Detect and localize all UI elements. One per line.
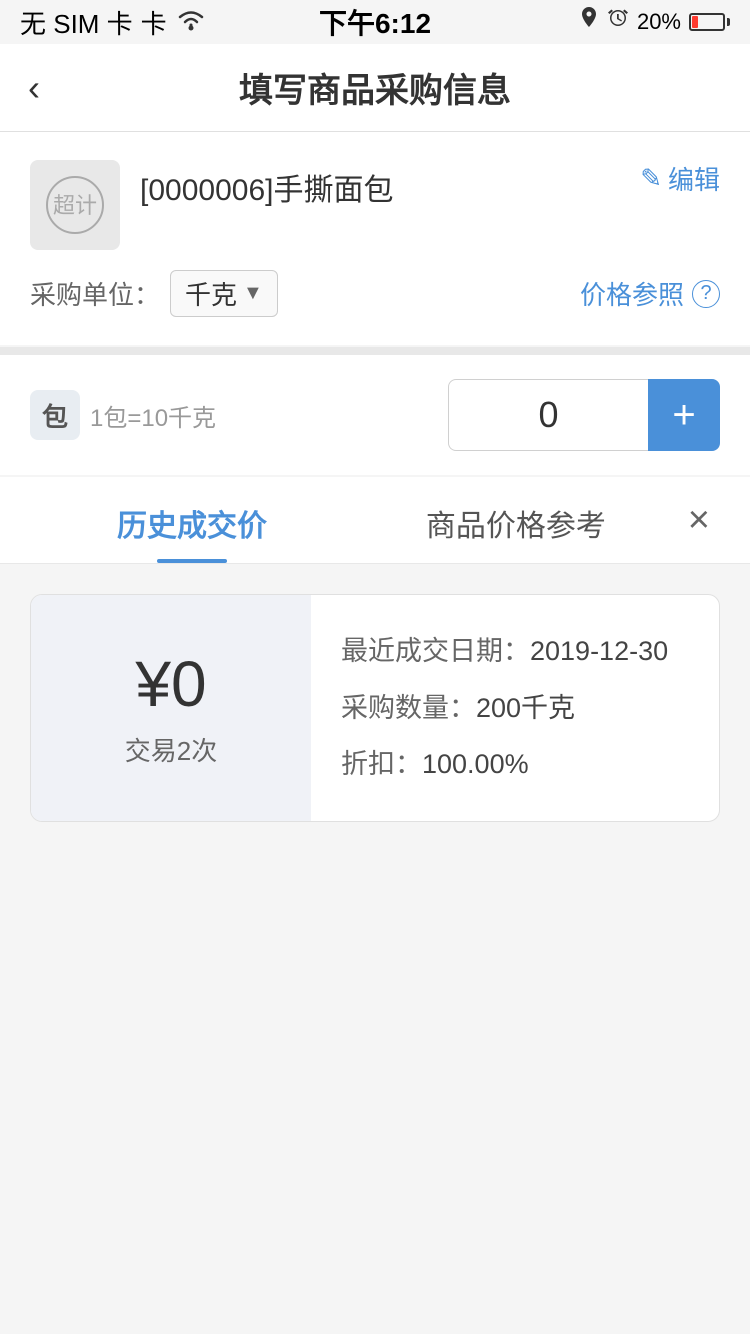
content-area: ¥0 交易2次 最近成交日期：2019-12-30 采购数量：200千克 折扣：… (0, 564, 750, 1064)
status-bar: 无 SIM 卡 卡 下午6:12 20% (0, 0, 750, 44)
recent-date-row: 最近成交日期：2019-12-30 (341, 631, 689, 672)
discount-label: 折扣： (341, 749, 422, 779)
nav-bar: ‹ 填写商品采购信息 (0, 44, 750, 132)
back-button[interactable]: ‹ (28, 67, 40, 109)
location-icon (579, 7, 599, 37)
quantity-plus-button[interactable]: + (648, 379, 720, 451)
price-transactions: 交易2次 (125, 731, 217, 768)
product-logo: 超计 (40, 170, 110, 240)
product-name: [0000006]手撕面包 (140, 165, 393, 209)
purchase-quantity-value: 200千克 (476, 693, 575, 723)
product-image: 超计 (30, 160, 120, 250)
battery-percentage: 20% (637, 9, 681, 35)
product-unit-row: 采购单位： 千克 ▼ 价格参照 ? (30, 270, 720, 317)
price-ref-icon: ? (692, 280, 720, 308)
tab-history-label: 历史成交价 (117, 501, 267, 563)
purchase-quantity-label: 采购数量： (341, 693, 476, 723)
unit-select[interactable]: 千克 ▼ (170, 270, 278, 317)
unit-dropdown-arrow: ▼ (243, 282, 263, 305)
quantity-left: 包 1包=10千克 (30, 390, 216, 440)
price-ref-button[interactable]: 价格参照 ? (580, 275, 720, 312)
price-ref-label: 价格参照 (580, 275, 684, 312)
quantity-sub-text: 1包=10千克 (90, 398, 216, 433)
tab-market-label: 商品价格参考 (426, 501, 606, 563)
status-right: 20% (579, 7, 730, 37)
edit-icon: ✎ (640, 163, 662, 194)
quantity-input[interactable] (448, 379, 648, 451)
discount-row: 折扣：100.00% (341, 744, 689, 785)
battery-icon (689, 13, 730, 31)
quantity-row: 包 1包=10千克 + (0, 355, 750, 475)
history-price-card: ¥0 交易2次 最近成交日期：2019-12-30 采购数量：200千克 折扣：… (30, 594, 720, 822)
price-card-left: ¥0 交易2次 (31, 595, 311, 821)
page-title: 填写商品采购信息 (239, 63, 511, 112)
tab-history-underline (157, 559, 227, 563)
tabs-inner: 历史成交价 商品价格参考 (30, 477, 678, 563)
recent-date-value: 2019-12-30 (530, 636, 668, 666)
plus-icon: + (672, 393, 695, 438)
tabs-container: 历史成交价 商品价格参考 × (0, 477, 750, 564)
recent-date-label: 最近成交日期： (341, 636, 530, 666)
carrier-text: 无 SIM 卡 (20, 4, 133, 41)
discount-value: 100.00% (422, 749, 529, 779)
price-card-right: 最近成交日期：2019-12-30 采购数量：200千克 折扣：100.00% (311, 595, 719, 821)
yen-symbol: ¥ (135, 648, 171, 720)
purchase-quantity-row: 采购数量：200千克 (341, 688, 689, 729)
unit-label: 采购单位： (30, 275, 160, 312)
quantity-input-row: + (448, 379, 720, 451)
svg-text:超计: 超计 (53, 193, 97, 218)
price-num: 0 (171, 648, 207, 720)
product-card: 超计 [0000006]手撕面包 ✎ 编辑 采购单位： 千克 ▼ 价格参照 ? (0, 132, 750, 345)
tab-history[interactable]: 历史成交价 (30, 477, 354, 563)
product-left: 超计 [0000006]手撕面包 (30, 160, 393, 250)
separator (0, 347, 750, 355)
alarm-icon (607, 8, 629, 36)
price-amount: ¥0 (135, 647, 206, 721)
quantity-unit-box: 包 (30, 390, 80, 440)
status-left: 无 SIM 卡 卡 (20, 4, 207, 41)
unit-value: 千克 (185, 275, 237, 312)
tab-close-button[interactable]: × (678, 489, 720, 552)
status-time: 下午6:12 (319, 2, 431, 42)
wifi-icon (175, 7, 207, 38)
tab-market[interactable]: 商品价格参考 (354, 477, 678, 563)
edit-label: 编辑 (668, 160, 720, 197)
product-info: [0000006]手撕面包 (140, 160, 393, 209)
edit-button[interactable]: ✎ 编辑 (640, 160, 720, 197)
sim-icon: 卡 (141, 4, 167, 41)
product-header: 超计 [0000006]手撕面包 ✎ 编辑 (30, 160, 720, 250)
